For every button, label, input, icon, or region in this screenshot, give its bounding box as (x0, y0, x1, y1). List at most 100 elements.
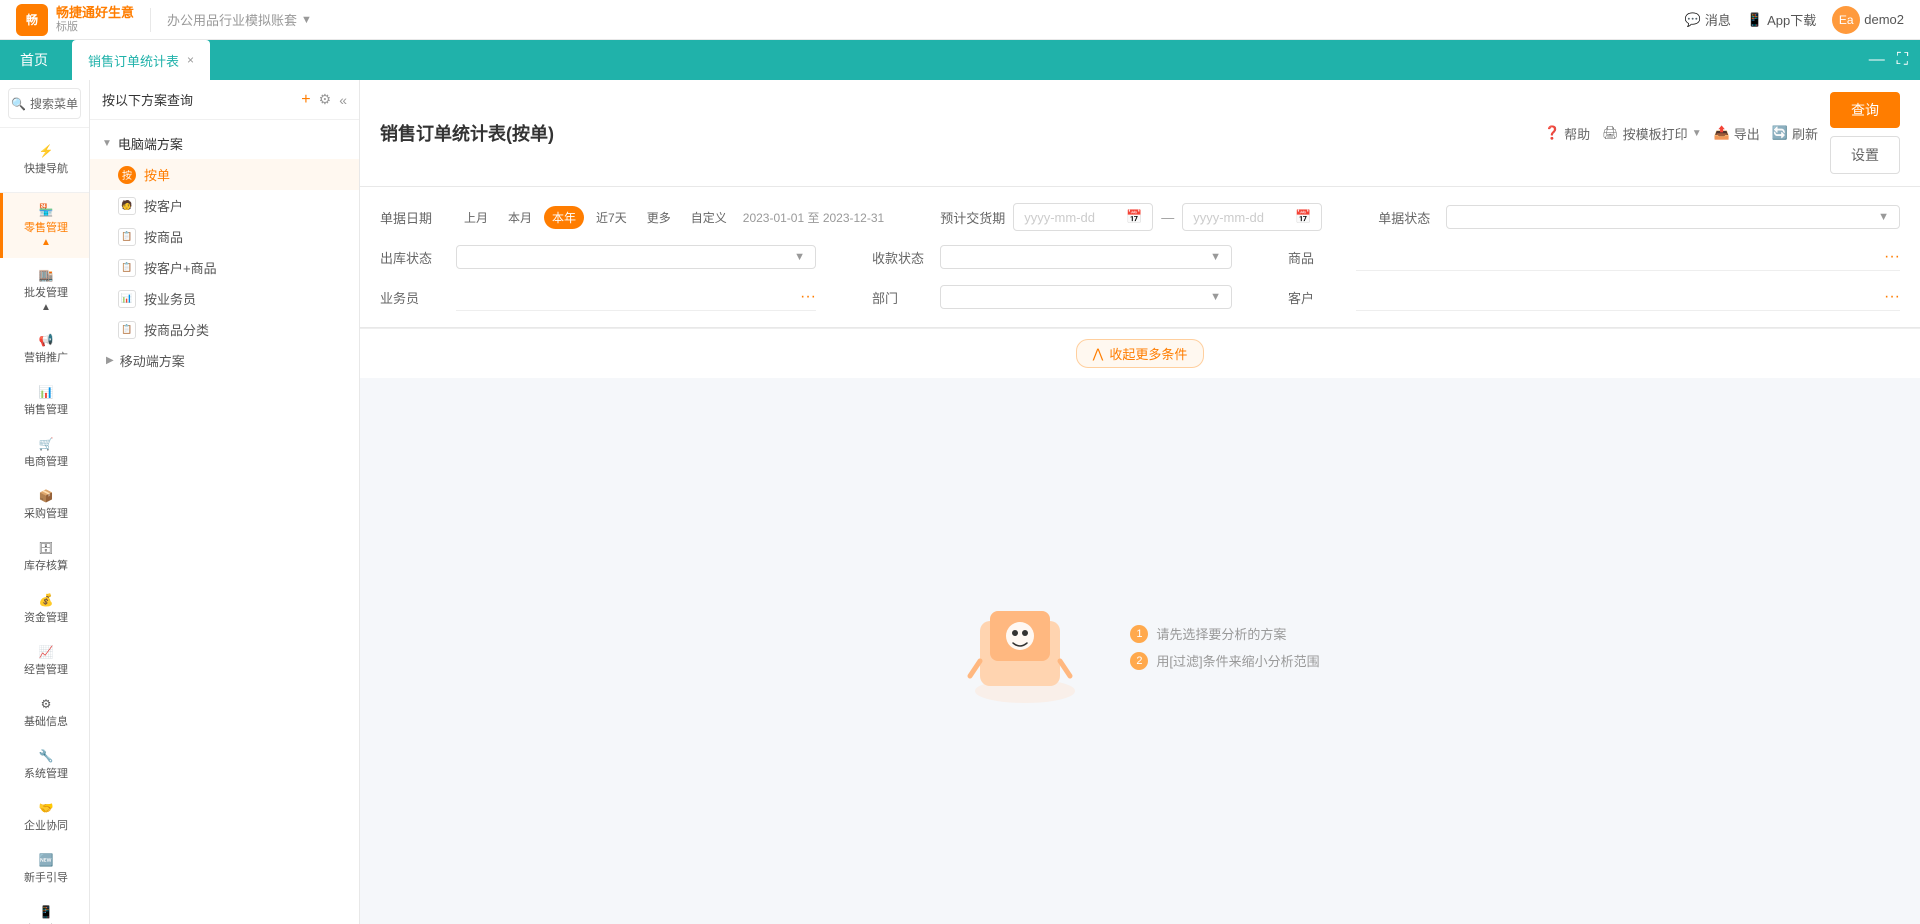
by-customer-label: 按客户 (144, 196, 183, 215)
sidebar-item-newuser[interactable]: 🆕 新手引导 (0, 843, 89, 895)
tree-item-by-goods[interactable]: 📋 按商品 (90, 221, 359, 252)
left-panel-title: 按以下方案查询 (102, 90, 193, 109)
sidebar-item-apps[interactable]: 📱 应用中心 (0, 895, 89, 924)
empty-hints: 1 请先选择要分析的方案 2 用[过滤]条件来缩小分析范围 (1130, 624, 1319, 678)
export-icon: 📤 (1714, 125, 1730, 141)
workspace-name: 办公用品行业模拟账套 (167, 10, 297, 29)
tree-item-by-salesperson[interactable]: 📊 按业务员 (90, 283, 359, 314)
settings-button[interactable]: 设置 (1830, 136, 1900, 174)
status-chevron: ▼ (1878, 211, 1889, 223)
empty-content: 1 请先选择要分析的方案 2 用[过滤]条件来缩小分析范围 (960, 591, 1319, 711)
sidebar-item-purchase[interactable]: 📦 采购管理 (0, 479, 89, 531)
refresh-btn[interactable]: 🔄 刷新 (1772, 124, 1818, 143)
message-btn[interactable]: 💬 消息 (1685, 10, 1731, 29)
customer-input[interactable]: ··· (1356, 283, 1900, 311)
help-icon: ❓ (1544, 125, 1560, 141)
sidebar-item-enterprise[interactable]: 🤝 企业协同 (0, 791, 89, 843)
sidebar-item-marketing[interactable]: 📢 营销推广 (0, 323, 89, 375)
app-download-btn[interactable]: 📱 App下载 (1747, 10, 1816, 29)
salesperson-ellipsis[interactable]: ··· (800, 288, 816, 306)
tree-item-by-customer-goods[interactable]: 📋 按客户+商品 (90, 252, 359, 283)
enterprise-icon: 🤝 (39, 801, 54, 815)
tree-item-by-order[interactable]: 按 按单 (90, 159, 359, 190)
download-icon: 📱 (1747, 12, 1763, 28)
wholesale-icon: 🏬 (39, 268, 54, 282)
search-menu-btn[interactable]: 🔍 帮助 搜索菜单 (8, 88, 81, 119)
page-actions: ❓ 帮助 🖨 按模板打印 ▼ 📤 导出 🔄 刷新 (1544, 92, 1900, 174)
help-btn[interactable]: ❓ 帮助 (1544, 124, 1590, 143)
salesperson-input[interactable]: ··· (456, 283, 816, 311)
collapse-filters-btn[interactable]: ⋀ 收起更多条件 (1076, 339, 1205, 368)
calendar-from-icon: 📅 (1126, 209, 1142, 225)
print-btn[interactable]: 🖨 按模板打印 ▼ (1602, 124, 1701, 143)
sidebar-item-operation[interactable]: 📈 经营管理 (0, 635, 89, 687)
apps-icon: 📱 (39, 905, 54, 919)
sidebar-item-retail[interactable]: 🏪 零售管理 ▲ (0, 193, 89, 258)
user-menu[interactable]: Ea demo2 (1832, 6, 1904, 34)
empty-illustration (960, 591, 1090, 711)
customer-ellipsis[interactable]: ··· (1884, 288, 1900, 306)
sidebar-item-inventory[interactable]: 🗄 库存核算 (0, 531, 89, 583)
goods-input[interactable]: ··· (1356, 243, 1900, 271)
goods-ellipsis[interactable]: ··· (1884, 248, 1900, 266)
sidebar-item-system[interactable]: 🔧 系统管理 (0, 739, 89, 791)
sales-icon: 📊 (39, 385, 54, 399)
collapse-panel-btn[interactable]: « (339, 92, 347, 108)
export-label: 导出 (1734, 124, 1760, 143)
dept-chevron: ▼ (1210, 291, 1221, 303)
date-tab-custom[interactable]: 自定义 (683, 206, 735, 229)
dept-group: 部门 ▼ (872, 285, 1232, 309)
expected-date-from[interactable]: yyyy-mm-dd 📅 (1013, 203, 1153, 231)
settings-scheme-btn[interactable]: ⚙ (319, 91, 332, 108)
refresh-label: 刷新 (1792, 124, 1818, 143)
sidebar-item-basic[interactable]: ⚙ 基础信息 (0, 687, 89, 739)
tab-sales-order[interactable]: 销售订单统计表 × (72, 40, 210, 80)
app-download-label: App下载 (1767, 10, 1816, 29)
tree-group-mobile[interactable]: ▶ 移动端方案 (90, 345, 359, 376)
maximize-icon[interactable]: ⛶ (1897, 51, 1908, 69)
date-group: 上月 本月 本年 近7天 更多 自定义 2023-01-01 至 2023-12… (456, 206, 884, 229)
print-label: 按模板打印 (1623, 124, 1688, 143)
payment-select[interactable]: ▼ (940, 245, 1232, 269)
query-btn-area: 查询 设置 (1830, 92, 1900, 174)
tree-item-by-category[interactable]: 📋 按商品分类 (90, 314, 359, 345)
sidebar-item-wholesale[interactable]: 🏬 批发管理 ▲ (0, 258, 89, 323)
add-scheme-btn[interactable]: + (301, 91, 310, 109)
shipment-select[interactable]: ▼ (456, 245, 816, 269)
tree-group-pc[interactable]: ▼ 电脑端方案 (90, 128, 359, 159)
newuser-icon: 🆕 (39, 853, 54, 867)
by-goods-icon: 📋 (118, 228, 136, 246)
tabbar-actions: — ⛶ (1869, 51, 1920, 69)
sidebar-item-sales[interactable]: 📊 销售管理 (0, 375, 89, 427)
by-order-icon: 按 (118, 166, 136, 184)
topbar: 畅 畅捷通好生意 标版 办公用品行业模拟账套 ▼ 💬 消息 📱 App下载 Ea… (0, 0, 1920, 40)
app-logo: 畅 (16, 4, 48, 36)
content-area: 按以下方案查询 + ⚙ « ▼ 电脑端方案 按 按单 (90, 80, 1920, 924)
expected-date-to[interactable]: yyyy-mm-dd 📅 (1182, 203, 1322, 231)
payment-label: 收款状态 (872, 248, 932, 267)
tab-home[interactable]: 首页 (0, 40, 68, 80)
date-tab-last-month[interactable]: 上月 (456, 206, 496, 229)
sidebar-item-quicknav[interactable]: ⚡ 快捷导航 (0, 134, 89, 186)
date-tab-this-month[interactable]: 本月 (500, 206, 540, 229)
date-tab-7days[interactable]: 近7天 (588, 206, 635, 229)
search-icon: 🔍 (11, 97, 26, 111)
page-title: 销售订单统计表(按单) (380, 120, 554, 146)
sidebar-item-finance[interactable]: 💰 资金管理 (0, 583, 89, 635)
sidebar-search: 🔍 帮助 搜索菜单 (0, 80, 89, 128)
sidebar-item-ecommerce[interactable]: 🛒 电商管理 (0, 427, 89, 479)
minimize-icon[interactable]: — (1869, 51, 1885, 69)
hint2-num: 2 (1130, 652, 1148, 670)
status-select[interactable]: ▼ (1446, 205, 1900, 229)
app-subtitle: 标版 (56, 21, 134, 34)
hint1-num: 1 (1130, 625, 1148, 643)
workspace-selector[interactable]: 办公用品行业模拟账套 ▼ (167, 10, 312, 29)
date-tab-this-year[interactable]: 本年 (544, 206, 584, 229)
date-tab-more[interactable]: 更多 (639, 206, 679, 229)
tree-item-by-customer[interactable]: 🧑 按客户 (90, 190, 359, 221)
by-order-label: 按单 (144, 165, 170, 184)
query-button[interactable]: 查询 (1830, 92, 1900, 128)
export-btn[interactable]: 📤 导出 (1714, 124, 1760, 143)
tab-close-icon[interactable]: × (187, 53, 194, 67)
dept-select[interactable]: ▼ (940, 285, 1232, 309)
